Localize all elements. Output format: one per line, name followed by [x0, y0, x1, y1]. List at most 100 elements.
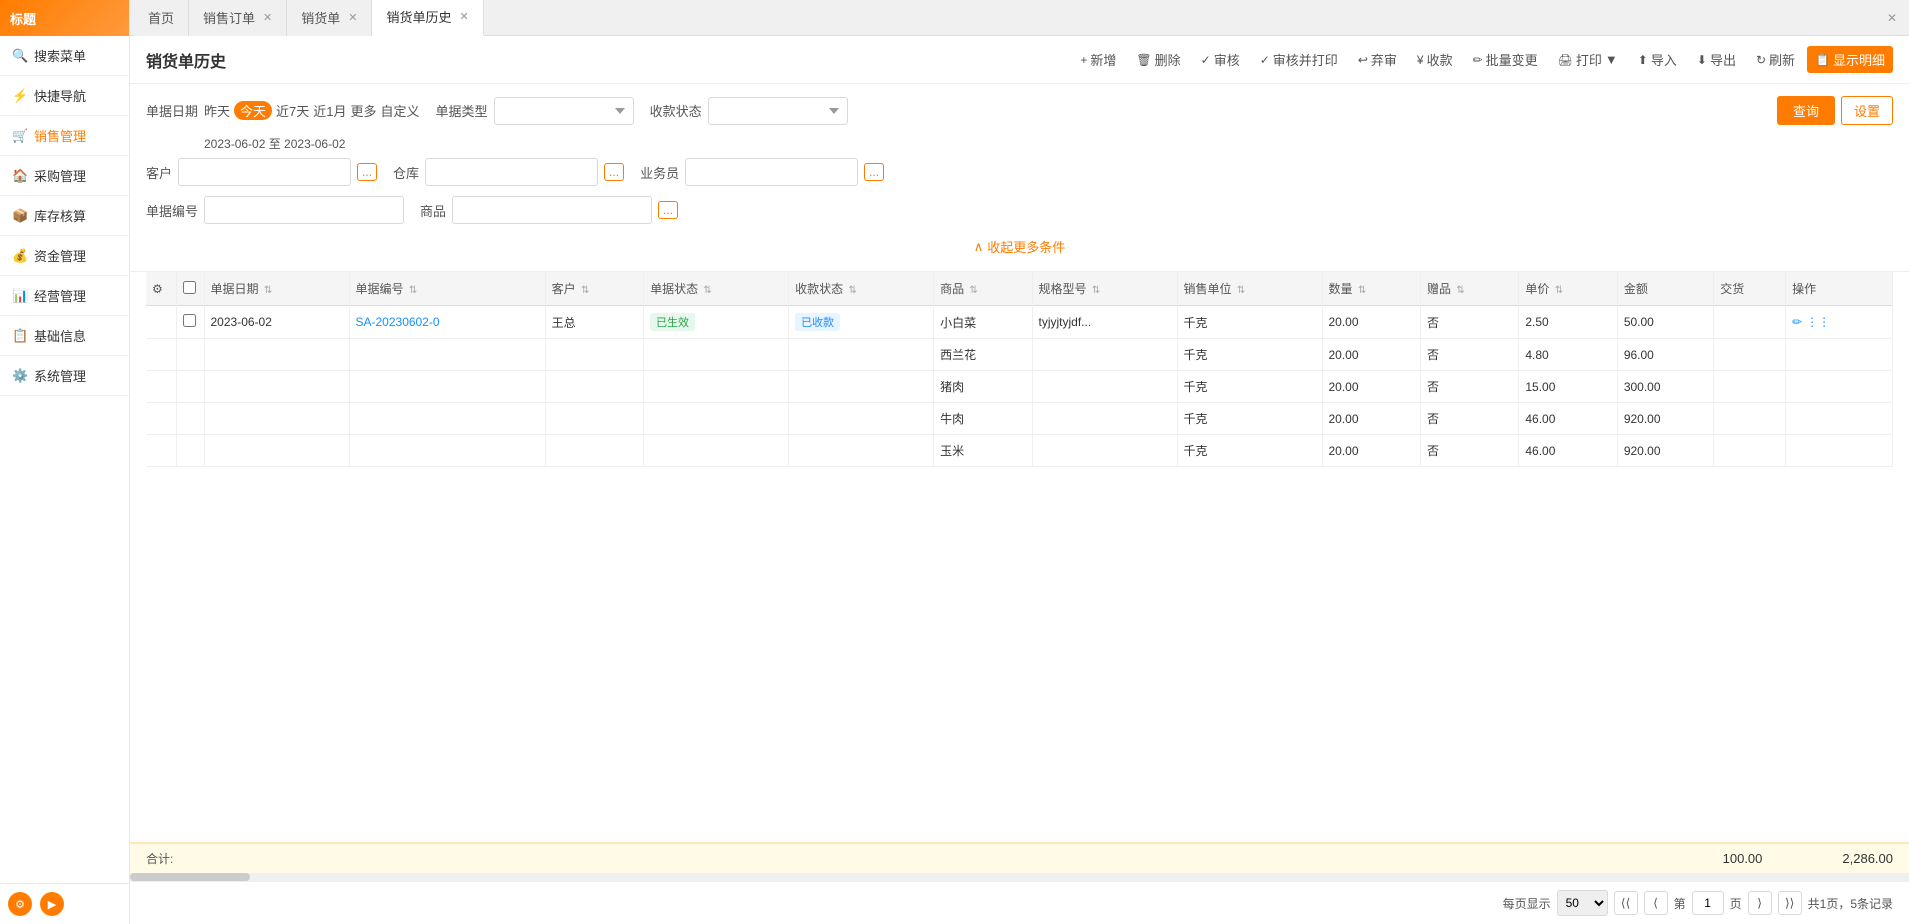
action-edit[interactable]: ✏ [1792, 315, 1802, 329]
sidebar-item-sales[interactable]: 🛒 销售管理 [0, 116, 129, 156]
sort-docstatus-icon[interactable]: ⇅ [703, 285, 711, 296]
sort-date-icon[interactable]: ⇅ [264, 285, 272, 296]
set-button[interactable]: 设置 [1841, 96, 1893, 125]
sort-goods-icon[interactable]: ⇅ [969, 285, 977, 296]
sidebar-item-funds[interactable]: 💰 资金管理 [0, 236, 129, 276]
pay-status-select[interactable] [708, 97, 848, 125]
sidebar-item-basic-info[interactable]: 📋 基础信息 [0, 316, 129, 356]
btn-approve-print-label: 审核并打印 [1273, 50, 1338, 69]
btn-show-detail[interactable]: 📋 显示明细 [1807, 46, 1893, 73]
td-unit: 千克 [1177, 371, 1322, 403]
btn-collect[interactable]: ¥ 收款 [1409, 46, 1461, 73]
row-checkbox[interactable] [183, 314, 196, 327]
tab-shipment-close[interactable]: ✕ [348, 11, 357, 24]
sort-gift-icon[interactable]: ⇅ [1456, 285, 1464, 296]
td-actions [1786, 339, 1893, 371]
type-select[interactable] [494, 97, 634, 125]
docno-link[interactable]: SA-20230602-0 [356, 315, 440, 329]
filter-warehouse-group: 仓库 ... [393, 158, 624, 186]
tab-sales-order-close[interactable]: ✕ [263, 11, 272, 24]
table-body: 2023-06-02 SA-20230602-0 王总 已生效 已收款 小白菜 … [146, 306, 1893, 467]
th-checkbox [176, 272, 204, 306]
sidebar-item-search[interactable]: 🔍 搜索菜单 [0, 36, 129, 76]
sidebar-item-inventory[interactable]: 📦 库存核算 [0, 196, 129, 236]
close-all-tabs[interactable]: ✕ [1879, 11, 1905, 25]
page-size-select[interactable]: 50 100 [1557, 890, 1608, 916]
action-more[interactable]: ⋮⋮ [1806, 315, 1830, 329]
shortcut-more[interactable]: 更多 [351, 101, 377, 120]
sort-qty-icon[interactable]: ⇅ [1358, 285, 1366, 296]
btn-cancel-approve[interactable]: ↩ 弃审 [1350, 46, 1405, 73]
shortcut-yesterday[interactable]: 昨天 [204, 101, 230, 120]
td-spec [1032, 371, 1177, 403]
collapse-filter-btn[interactable]: ∧ 收起更多条件 [146, 234, 1893, 259]
td-unit: 千克 [1177, 339, 1322, 371]
sidebar-item-system[interactable]: ⚙️ 系统管理 [0, 356, 129, 396]
sidebar-item-purchase[interactable]: 🏠 采购管理 [0, 156, 129, 196]
btn-approve[interactable]: ✓ 审核 [1193, 46, 1248, 73]
btn-approve-print[interactable]: ✓ 审核并打印 [1252, 46, 1346, 73]
th-customer: 客户 ⇅ [545, 272, 643, 306]
table-header-row: ⚙ 单据日期 ⇅ 单据编号 ⇅ 客户 ⇅ 单据状态 ⇅ 收款状态 ⇅ 商品 ⇅ … [146, 272, 1893, 306]
td-gear [146, 306, 176, 339]
salesperson-ellipsis[interactable]: ... [864, 163, 884, 181]
sort-customer-icon[interactable]: ⇅ [581, 285, 589, 296]
salesperson-input[interactable] [685, 158, 858, 186]
btn-export[interactable]: ⬇ 导出 [1689, 46, 1744, 73]
prev-page-btn[interactable]: ⟨ [1644, 891, 1668, 915]
tab-home[interactable]: 首页 [134, 0, 189, 36]
scroll-thumb[interactable] [130, 873, 250, 881]
last-page-btn[interactable]: ⟩⟩ [1778, 891, 1802, 915]
sidebar-bottom-btn-2[interactable]: ▶ [40, 892, 64, 916]
btn-print-label: 打印 [1576, 50, 1602, 69]
next-page-btn[interactable]: ⟩ [1748, 891, 1772, 915]
btn-batch-change[interactable]: ✏ 批量变更 [1465, 46, 1546, 73]
docno-input[interactable] [204, 196, 404, 224]
btn-refresh[interactable]: ↻ 刷新 [1748, 46, 1803, 73]
goods-ellipsis[interactable]: ... [658, 201, 678, 219]
btn-import[interactable]: ⬆ 导入 [1630, 46, 1685, 73]
scroll-bar[interactable] [130, 873, 1909, 881]
btn-add[interactable]: + 新增 [1072, 46, 1124, 73]
tab-sales-order[interactable]: 销售订单 ✕ [189, 0, 287, 36]
th-delivery: 交货 [1714, 272, 1786, 306]
td-amount: 920.00 [1617, 403, 1713, 435]
sidebar-item-operations[interactable]: 📊 经营管理 [0, 276, 129, 316]
td-amount: 300.00 [1617, 371, 1713, 403]
shortcut-custom[interactable]: 自定义 [381, 101, 420, 120]
date-range-display: 2023-06-02 至 2023-06-02 [204, 135, 1893, 152]
td-date [204, 435, 349, 467]
sort-docno-icon[interactable]: ⇅ [409, 285, 417, 296]
sort-unit-icon[interactable]: ⇅ [1237, 285, 1245, 296]
page-number-input[interactable] [1692, 891, 1724, 915]
sort-spec-icon[interactable]: ⇅ [1092, 285, 1100, 296]
sidebar-item-quick-nav[interactable]: ⚡ 快捷导航 [0, 76, 129, 116]
warehouse-ellipsis[interactable]: ... [604, 163, 624, 181]
td-goods: 猪肉 [934, 371, 1032, 403]
goods-input[interactable] [452, 196, 652, 224]
select-all-checkbox[interactable] [183, 281, 196, 294]
customer-input[interactable] [178, 158, 351, 186]
btn-delete[interactable]: 🗑 删除 [1128, 46, 1188, 73]
tab-history-close[interactable]: ✕ [460, 10, 469, 23]
per-page-label: 每页显示 [1503, 895, 1551, 912]
td-docno [349, 339, 545, 371]
query-button[interactable]: 查询 [1777, 96, 1835, 125]
page-label: 第 [1674, 895, 1686, 912]
warehouse-input[interactable] [425, 158, 598, 186]
customer-ellipsis[interactable]: ... [357, 163, 377, 181]
shortcut-7days[interactable]: 近7天 [276, 101, 309, 120]
sidebar-bottom-btn-1[interactable]: ⚙ [8, 892, 32, 916]
shortcut-today[interactable]: 今天 [234, 101, 272, 120]
sidebar-item-label: 经营管理 [34, 286, 86, 305]
tab-shipment[interactable]: 销货单 ✕ [287, 0, 372, 36]
td-qty: 20.00 [1322, 403, 1420, 435]
btn-print[interactable]: 🖨 打印 ▼ [1550, 46, 1626, 73]
tab-history[interactable]: 销货单历史 ✕ [372, 0, 483, 36]
sort-paystatus-icon[interactable]: ⇅ [848, 285, 856, 296]
table-row: 西兰花 千克 20.00 否 4.80 96.00 [146, 339, 1893, 371]
warehouse-label: 仓库 [393, 163, 419, 182]
first-page-btn[interactable]: ⟨⟨ [1614, 891, 1638, 915]
shortcut-1month[interactable]: 近1月 [313, 101, 346, 120]
sort-unitprice-icon[interactable]: ⇅ [1555, 285, 1563, 296]
